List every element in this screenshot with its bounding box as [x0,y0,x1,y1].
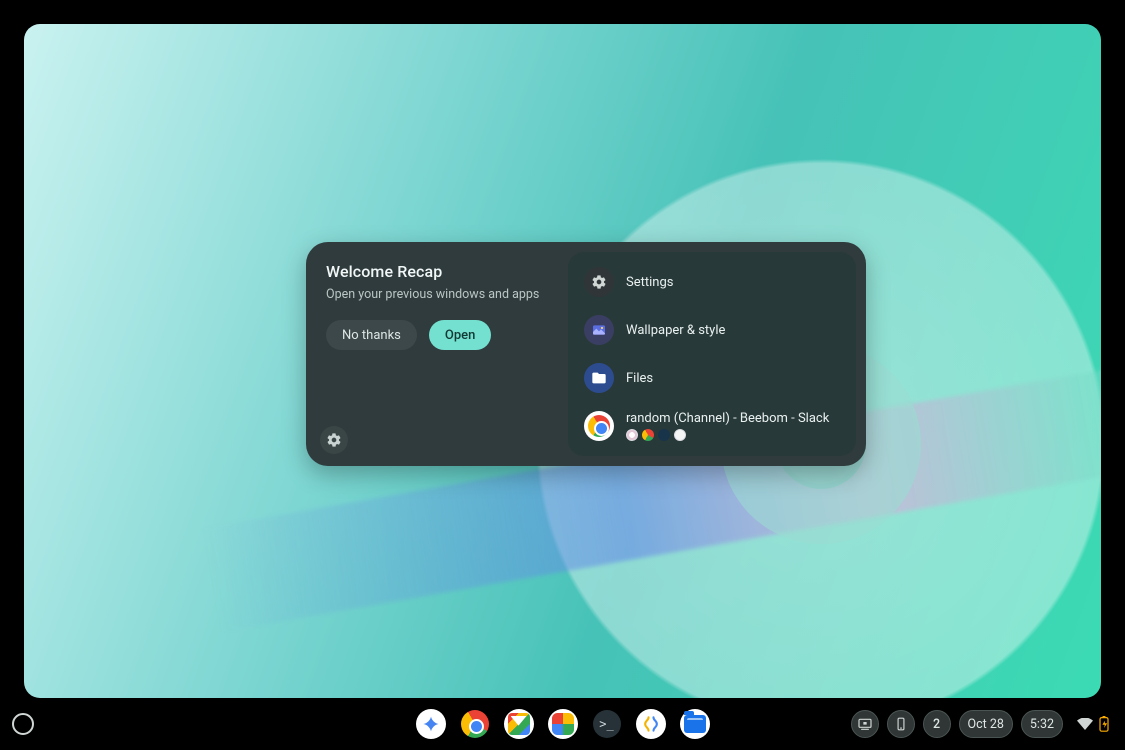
shelf-app-chrome[interactable] [460,709,490,739]
recap-app-files[interactable]: Files [580,357,844,399]
welcome-recap-card: Welcome Recap Open your previous windows… [306,242,866,466]
recap-app-chrome-window[interactable]: random (Channel) - Beebom - Slack [580,405,844,447]
favicon-icon [674,429,686,441]
no-thanks-button[interactable]: No thanks [326,320,417,350]
wifi-icon [1077,718,1093,730]
phone-hub-button[interactable] [887,710,915,738]
favicon-icon [642,429,654,441]
favicon-icon [658,429,670,441]
files-icon [684,715,706,733]
chrome-icon [584,411,614,441]
shelf-app-gemini[interactable] [416,709,446,739]
status-time: 5:32 [1030,717,1054,732]
status-date: Oct 28 [968,717,1004,732]
tab-favicons [626,429,829,441]
welcome-recap-title: Welcome Recap [326,262,550,281]
shelf: >_ 2 Oct 28 5:32 [0,698,1125,750]
settings-icon [584,267,614,297]
shelf-pinned-apps: >_ [416,709,710,739]
recap-app-label: Wallpaper & style [626,323,725,338]
photos-icon [552,713,574,735]
cast-icon [857,716,873,732]
battery-icon [1099,716,1109,732]
welcome-recap-left: Welcome Recap Open your previous windows… [306,242,568,466]
notification-count: 2 [933,717,940,732]
terminal-icon: >_ [593,710,621,738]
shelf-app-gmail[interactable] [504,709,534,739]
status-area: 2 Oct 28 5:32 [851,710,1116,738]
idx-icon [641,714,661,734]
shelf-app-idx[interactable] [636,709,666,739]
time-pill[interactable]: 5:32 [1021,710,1063,738]
shelf-app-files[interactable] [680,709,710,739]
date-pill[interactable]: Oct 28 [959,710,1013,738]
shelf-app-photos[interactable] [548,709,578,739]
desktop[interactable]: Welcome Recap Open your previous windows… [24,24,1101,698]
chrome-icon [461,710,489,738]
wallpaper-icon [584,315,614,345]
recap-app-chrome-info: random (Channel) - Beebom - Slack [626,411,829,441]
welcome-recap-actions: No thanks Open [326,320,550,350]
cast-button[interactable] [851,710,879,738]
quick-settings-button[interactable] [1071,716,1115,732]
welcome-recap-app-list: Settings Wallpaper & style Files [568,252,856,456]
recap-app-label: Files [626,371,653,386]
gmail-icon [508,713,530,735]
recap-app-label: Settings [626,275,673,290]
recap-app-wallpaper[interactable]: Wallpaper & style [580,309,844,351]
gemini-icon [422,715,440,733]
recap-app-settings[interactable]: Settings [580,261,844,303]
notifications-button[interactable]: 2 [923,710,951,738]
gear-icon [326,432,342,448]
recap-app-label: random (Channel) - Beebom - Slack [626,411,829,426]
welcome-recap-subtitle: Open your previous windows and apps [326,287,550,302]
favicon-icon [626,429,638,441]
launcher-button[interactable] [12,713,34,735]
files-icon [584,363,614,393]
recap-settings-button[interactable] [320,426,348,454]
open-button[interactable]: Open [429,320,491,350]
phone-icon [894,716,908,732]
shelf-app-terminal[interactable]: >_ [592,709,622,739]
